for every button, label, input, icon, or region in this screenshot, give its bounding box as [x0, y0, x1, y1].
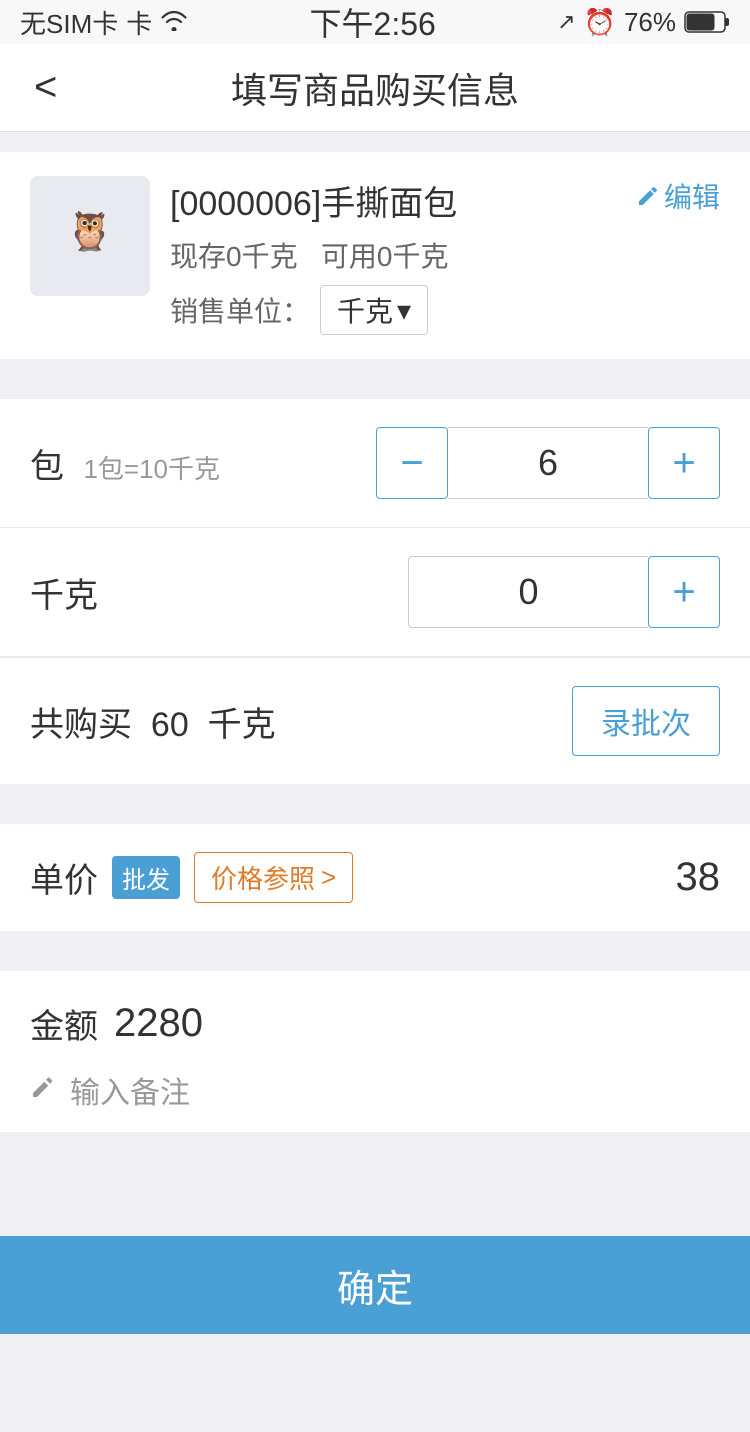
divider-1	[0, 359, 750, 379]
price-value: 38	[676, 855, 721, 900]
product-name: [0000006]手撕面包	[170, 176, 457, 225]
bag-minus-button[interactable]: −	[376, 427, 448, 499]
edit-label: 编辑	[664, 176, 720, 216]
product-image: 🦉	[30, 176, 150, 296]
stock-text: 现存0千克	[170, 241, 298, 272]
product-card: 🦉 [0000006]手撕面包 编辑 现存0千克 可用0千克 销售单位： 千克	[0, 152, 750, 359]
bag-qty-input[interactable]	[448, 427, 648, 499]
product-unit-row: 销售单位： 千克 ▾	[170, 285, 720, 335]
price-ref-arrow-icon: >	[321, 862, 336, 893]
price-label: 单价	[30, 853, 98, 902]
kg-input-row: 千克 +	[0, 528, 750, 657]
product-code: [0000006]	[170, 185, 321, 223]
available-text: 可用0千克	[321, 241, 449, 272]
battery-text: 76%	[624, 7, 676, 38]
unit-label: 销售单位：	[170, 290, 310, 330]
total-amount: 60	[151, 706, 189, 744]
batch-button[interactable]: 录批次	[572, 686, 720, 756]
unit-value: 千克	[337, 290, 393, 330]
kg-plus-button[interactable]: +	[648, 556, 720, 628]
carrier-text: 无SIM卡	[20, 4, 118, 41]
price-ref-text: 价格参照	[211, 859, 315, 896]
sim-icon: 卡	[126, 4, 152, 41]
price-row: 单价 批发 价格参照 > 38	[30, 852, 720, 903]
kg-qty-input[interactable]	[408, 556, 648, 628]
total-unit: 千克	[208, 706, 276, 744]
unit-select[interactable]: 千克 ▾	[320, 285, 428, 335]
bag-qty-control: − +	[376, 427, 720, 499]
page-title: 填写商品购买信息	[231, 62, 519, 114]
amount-label: 金额	[30, 999, 98, 1048]
product-name-text: 手撕面包	[321, 185, 457, 223]
product-logo-icon: 🦉	[54, 194, 126, 278]
nav-bar: < 填写商品购买信息	[0, 44, 750, 132]
wifi-icon	[160, 7, 188, 38]
dropdown-arrow-icon: ▾	[397, 294, 411, 327]
status-time: 下午2:56	[310, 0, 436, 45]
price-tag: 批发	[112, 856, 180, 899]
divider-2	[0, 784, 750, 804]
svg-text:🦉: 🦉	[66, 210, 113, 253]
kg-qty-control: +	[408, 556, 720, 628]
battery-icon	[684, 11, 730, 33]
amount-row: 金额 2280	[30, 999, 720, 1048]
edit-button[interactable]: 编辑	[636, 176, 720, 216]
pencil-icon	[30, 1072, 58, 1108]
price-section: 单价 批发 价格参照 > 38	[0, 824, 750, 931]
remark-placeholder: 输入备注	[70, 1068, 190, 1112]
bag-input-row: 包 1包=10千克 − +	[0, 399, 750, 528]
bag-label-text: 包	[30, 448, 64, 486]
input-section: 包 1包=10千克 − + 千克 + 共购买 60 千克 录批次	[0, 399, 750, 784]
alarm-icon: ⏰	[584, 7, 616, 38]
total-row: 共购买 60 千克 录批次	[0, 657, 750, 784]
bag-hint: 1包=10千克	[83, 454, 220, 484]
price-ref-button[interactable]: 价格参照 >	[194, 852, 353, 903]
price-left: 单价 批发 价格参照 >	[30, 852, 353, 903]
confirm-button[interactable]: 确定	[0, 1236, 750, 1334]
amount-section: 金额 2280 输入备注	[0, 971, 750, 1132]
kg-label: 千克	[30, 568, 408, 617]
amount-value: 2280	[114, 1001, 203, 1046]
status-bar: 无SIM卡 卡 下午2:56 ↗ ⏰ 76%	[0, 0, 750, 44]
divider-3	[0, 931, 750, 951]
status-right: ↗ ⏰ 76%	[557, 7, 730, 38]
product-stock: 现存0千克 可用0千克	[170, 235, 720, 275]
back-button[interactable]: <	[24, 55, 67, 120]
bag-label: 包 1包=10千克	[30, 439, 376, 488]
status-left: 无SIM卡 卡	[20, 4, 188, 41]
location-icon: ↗	[557, 9, 575, 35]
total-label: 共购买	[30, 706, 132, 744]
total-text: 共购买 60 千克	[30, 697, 276, 746]
product-info: [0000006]手撕面包 编辑 现存0千克 可用0千克 销售单位： 千克 ▾	[170, 176, 720, 335]
remark-row[interactable]: 输入备注	[30, 1068, 720, 1112]
bag-plus-button[interactable]: +	[648, 427, 720, 499]
